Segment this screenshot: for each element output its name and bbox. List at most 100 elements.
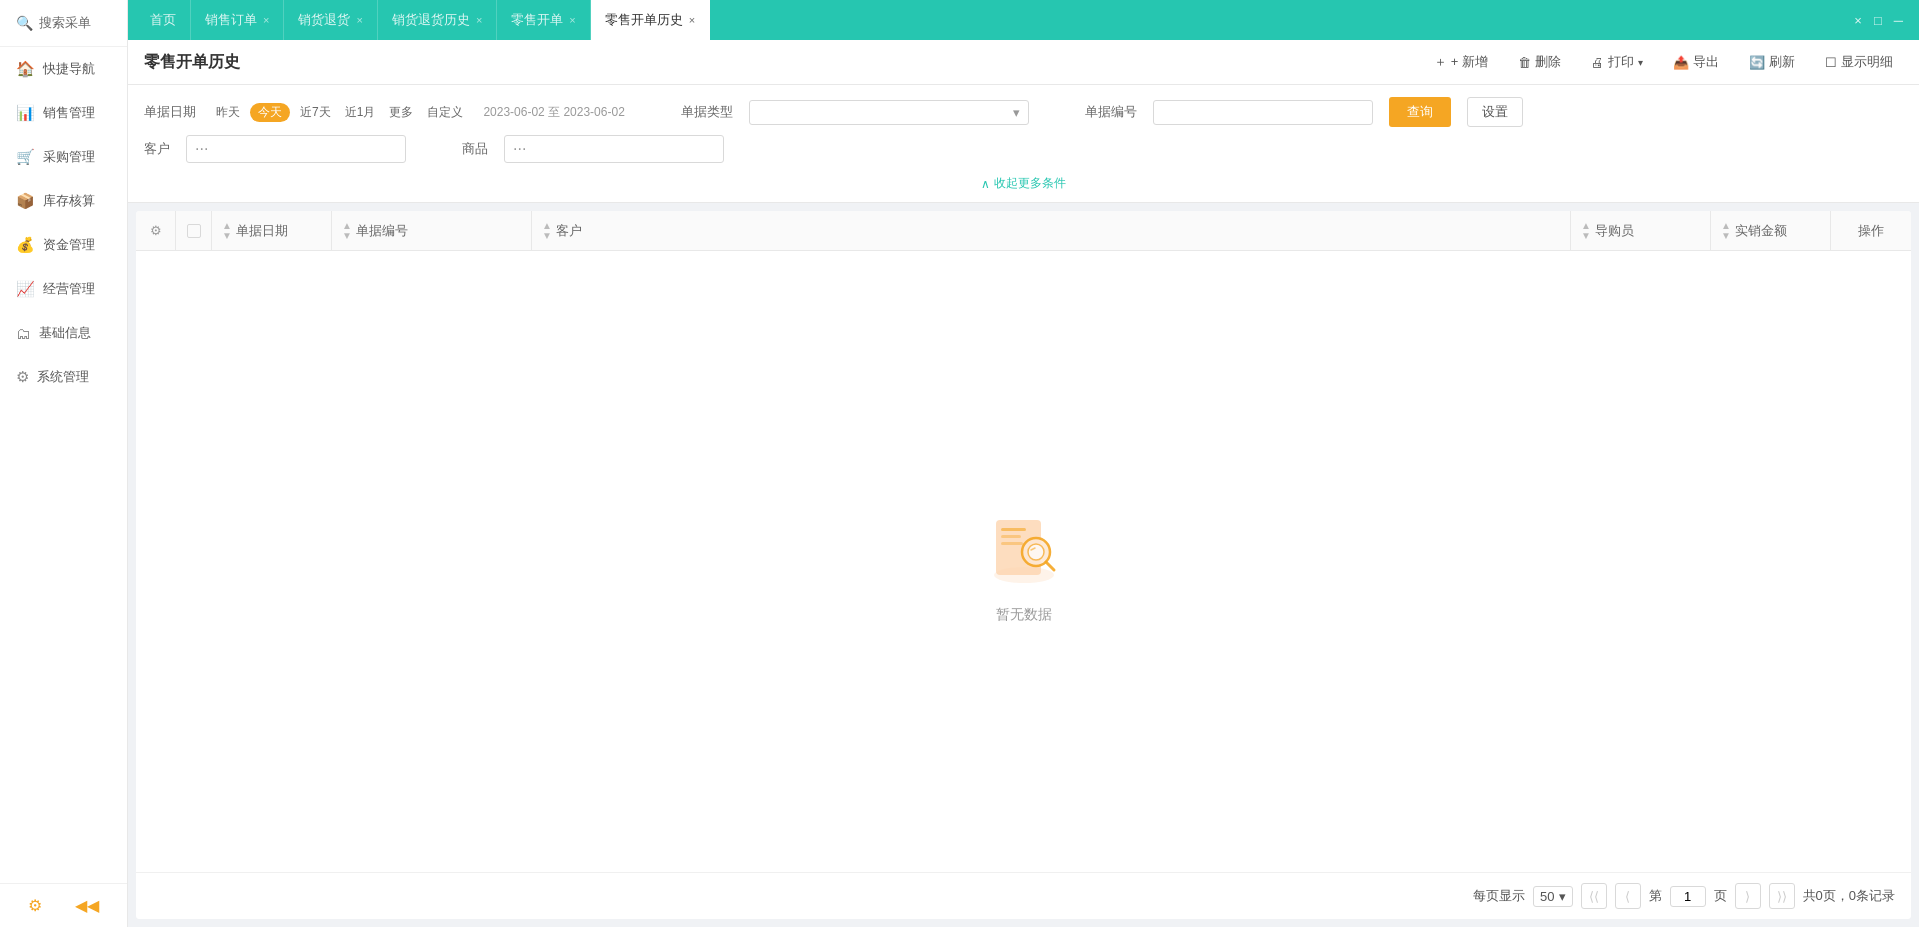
customer-label: 客户 <box>144 140 170 158</box>
tab-label-home: 首页 <box>150 11 176 29</box>
sidebar: 🔍 搜索采单 🏠快捷导航📊销售管理🛒采购管理📦库存核算💰资金管理📈经营管理🗂基础… <box>0 0 128 927</box>
table-header: ⚙ ▲▼ 单据日期 ▲▼ 单据编号 ▲▼ 客户 ▲▼ 导购员 ▲▼ <box>136 211 1911 251</box>
goods-select[interactable]: ··· <box>504 135 724 163</box>
shortcut-yesterday[interactable]: 昨天 <box>212 103 244 122</box>
table-gear[interactable]: ⚙ <box>136 211 176 250</box>
content-area: ⚙ ▲▼ 单据日期 ▲▼ 单据编号 ▲▼ 客户 ▲▼ 导购员 ▲▼ <box>136 211 1911 919</box>
shortcut-1month[interactable]: 近1月 <box>341 103 380 122</box>
tab-close-sales-return-history[interactable]: × <box>476 14 482 26</box>
sidebar-item-label: 采购管理 <box>43 148 95 166</box>
sort-customer-icon[interactable]: ▲▼ <box>542 221 552 241</box>
page-next-btn[interactable]: ⟩ <box>1735 883 1761 909</box>
tab-close-retail-open[interactable]: × <box>569 14 575 26</box>
collapse-more[interactable]: ∧ 收起更多条件 <box>144 171 1903 196</box>
tab-close-retail-open-history[interactable]: × <box>689 14 695 26</box>
sort-no-icon[interactable]: ▲▼ <box>342 221 352 241</box>
tab-close-sales-return[interactable]: × <box>356 14 362 26</box>
th-date-label: 单据日期 <box>236 222 288 240</box>
sidebar-item-sales-mgmt[interactable]: 📊销售管理 <box>0 91 127 135</box>
tab-label-retail-open-history: 零售开单历史 <box>605 11 683 29</box>
page-prev-btn[interactable]: ⟨ <box>1615 883 1641 909</box>
sidebar-item-purchase-mgmt[interactable]: 🛒采购管理 <box>0 135 127 179</box>
print-button[interactable]: 🖨 打印 ▾ <box>1581 48 1653 76</box>
shortcut-more[interactable]: 更多 <box>385 103 417 122</box>
svg-line-7 <box>1046 562 1054 570</box>
th-salesperson-label: 导购员 <box>1595 222 1634 240</box>
sidebar-nav: 🏠快捷导航📊销售管理🛒采购管理📦库存核算💰资金管理📈经营管理🗂基础信息⚙系统管理 <box>0 47 127 883</box>
tab-label-sales-return: 销货退货 <box>298 11 350 29</box>
settings-icon[interactable]: ⚙ <box>28 896 42 915</box>
tab-label-sales-order: 销售订单 <box>205 11 257 29</box>
add-icon: ＋ <box>1434 53 1447 71</box>
th-amount: ▲▼ 实销金额 <box>1711 211 1831 250</box>
sidebar-search[interactable]: 🔍 搜索采单 <box>0 0 127 47</box>
toolbar-actions: ＋ + 新增 🗑 删除 🖨 打印 ▾ 📤 导出 🔄 刷新 ☐ <box>1424 48 1903 76</box>
sort-amount-icon[interactable]: ▲▼ <box>1721 221 1731 241</box>
inventory-icon: 📦 <box>16 192 35 210</box>
tab-retail-open-history[interactable]: 零售开单历史 × <box>591 0 710 40</box>
tab-retail-open[interactable]: 零售开单 × <box>497 0 590 40</box>
sidebar-item-finance[interactable]: 💰资金管理 <box>0 223 127 267</box>
table-select-all[interactable] <box>176 211 212 250</box>
shortcut-custom[interactable]: 自定义 <box>423 103 467 122</box>
shortcut-7days[interactable]: 近7天 <box>296 103 335 122</box>
print-icon: 🖨 <box>1591 55 1604 70</box>
query-button[interactable]: 查询 <box>1389 97 1451 127</box>
tab-sales-return-history[interactable]: 销货退货历史× <box>378 0 497 40</box>
per-page-dropdown-icon: ▾ <box>1559 889 1566 904</box>
svg-rect-4 <box>1001 542 1023 545</box>
sidebar-item-sys-mgmt[interactable]: ⚙系统管理 <box>0 355 127 399</box>
doc-no-input[interactable] <box>1153 100 1373 125</box>
page-first-btn[interactable]: ⟨⟨ <box>1581 883 1607 909</box>
sidebar-item-quick-nav[interactable]: 🏠快捷导航 <box>0 47 127 91</box>
doc-no-label: 单据编号 <box>1085 103 1137 121</box>
customer-select[interactable]: ··· <box>186 135 406 163</box>
export-button[interactable]: 📤 导出 <box>1663 48 1729 76</box>
date-shortcuts: 昨天 今天 近7天 近1月 更多 自定义 <box>212 103 467 122</box>
shortcut-today[interactable]: 今天 <box>250 103 290 122</box>
tab-home[interactable]: 首页 <box>136 0 191 40</box>
th-customer: ▲▼ 客户 <box>532 211 1571 250</box>
page-input[interactable] <box>1670 886 1706 907</box>
sys-mgmt-icon: ⚙ <box>16 368 29 386</box>
tab-close-all[interactable]: × <box>1854 13 1862 28</box>
page-last-btn[interactable]: ⟩⟩ <box>1769 883 1795 909</box>
refresh-button[interactable]: 🔄 刷新 <box>1739 48 1805 76</box>
tab-maximize[interactable]: □ <box>1874 13 1882 28</box>
tab-sales-order[interactable]: 销售订单 × <box>191 0 284 40</box>
add-button[interactable]: ＋ + 新增 <box>1424 48 1498 76</box>
sort-salesperson-icon[interactable]: ▲▼ <box>1581 221 1591 241</box>
sidebar-search-label: 搜索采单 <box>39 14 91 32</box>
select-all-checkbox[interactable] <box>187 224 201 238</box>
sort-date-icon[interactable]: ▲▼ <box>222 221 232 241</box>
doc-type-select[interactable]: ▾ <box>749 100 1029 125</box>
date-label: 单据日期 <box>144 103 196 121</box>
collapse-up-icon: ∧ <box>981 177 990 191</box>
svg-rect-3 <box>1001 535 1021 538</box>
tab-label-retail-open: 零售开单 <box>511 11 563 29</box>
tabs-bar: 首页销售订单×销货退货×销货退货历史×零售开单×零售开单历史× × □ ─ <box>128 0 1919 40</box>
collapse-icon[interactable]: ◀◀ <box>75 896 99 915</box>
tab-sales-return[interactable]: 销货退货 × <box>284 0 377 40</box>
page-label: 第 <box>1649 887 1662 905</box>
tab-minimize[interactable]: ─ <box>1894 13 1903 28</box>
sidebar-item-inventory[interactable]: 📦库存核算 <box>0 179 127 223</box>
delete-button[interactable]: 🗑 删除 <box>1508 48 1571 76</box>
th-no: ▲▼ 单据编号 <box>332 211 532 250</box>
pagination: 每页显示 50 ▾ ⟨⟨ ⟨ 第 页 ⟩ ⟩⟩ 共0页，0条记录 <box>136 872 1911 919</box>
show-detail-button[interactable]: ☐ 显示明细 <box>1815 48 1903 76</box>
sidebar-item-operations[interactable]: 📈经营管理 <box>0 267 127 311</box>
date-range-display: 2023-06-02 至 2023-06-02 <box>483 104 624 121</box>
finance-icon: 💰 <box>16 236 35 254</box>
th-salesperson: ▲▼ 导购员 <box>1571 211 1711 250</box>
tab-close-sales-order[interactable]: × <box>263 14 269 26</box>
settings-button[interactable]: 设置 <box>1467 97 1523 127</box>
operations-icon: 📈 <box>16 280 35 298</box>
tabs-bar-right: × □ ─ <box>1854 13 1911 28</box>
per-page-select[interactable]: 50 ▾ <box>1533 886 1572 907</box>
th-ops: 操作 <box>1831 211 1911 250</box>
goods-label: 商品 <box>462 140 488 158</box>
th-date: ▲▼ 单据日期 <box>212 211 332 250</box>
sidebar-item-basic-info[interactable]: 🗂基础信息 <box>0 311 127 355</box>
page-toolbar: 零售开单历史 ＋ + 新增 🗑 删除 🖨 打印 ▾ 📤 导出 🔄 刷新 <box>128 40 1919 85</box>
